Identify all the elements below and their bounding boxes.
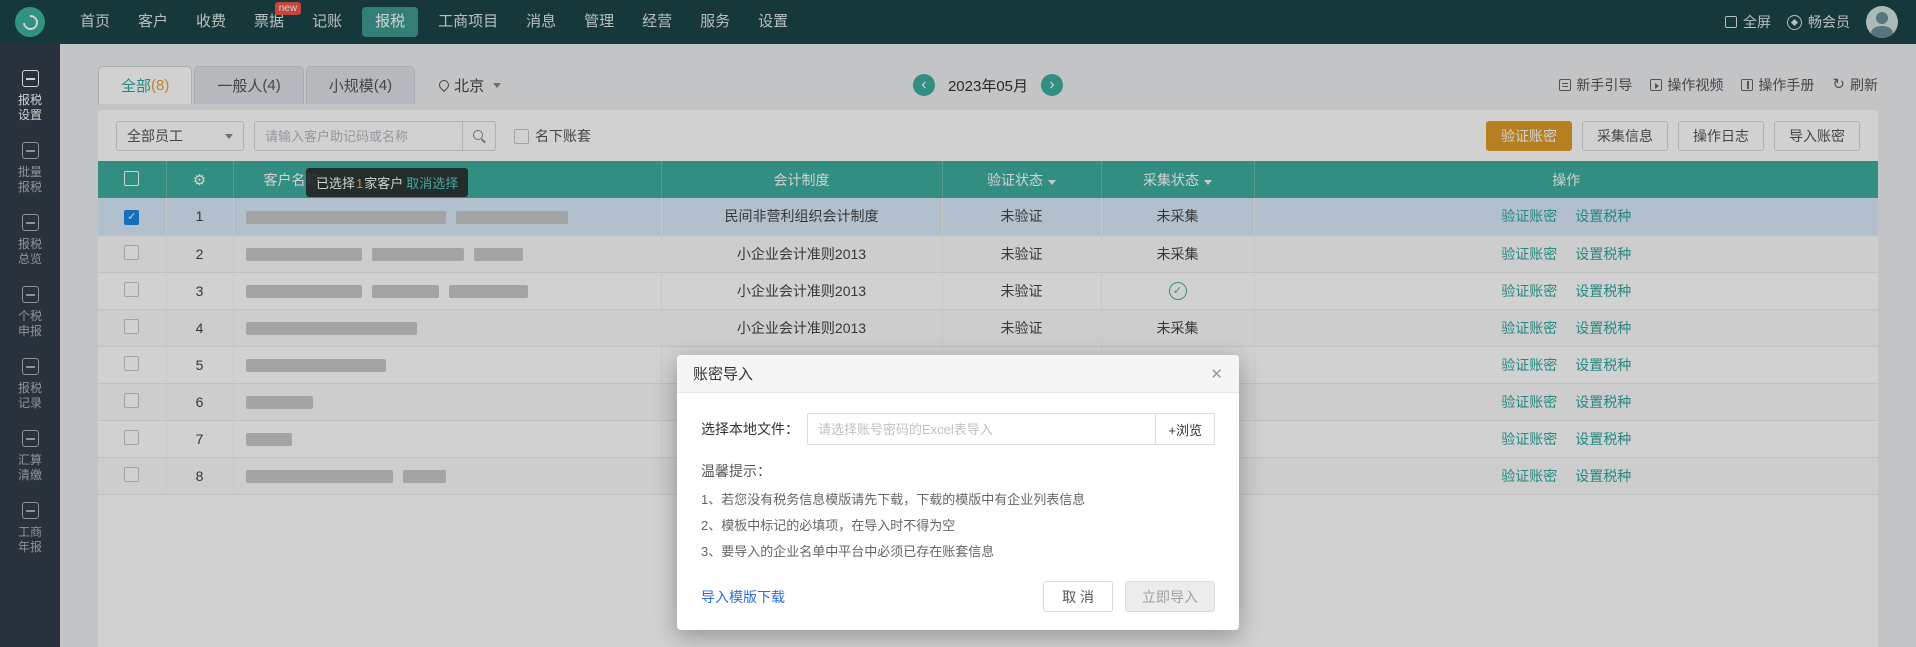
close-icon[interactable]: ✕ <box>1210 365 1223 383</box>
browse-button[interactable]: +浏览 <box>1156 413 1215 445</box>
tip-line: 1、若您没有税务信息模版请先下载，下载的模版中有企业列表信息 <box>701 492 1086 507</box>
file-path-input[interactable] <box>807 413 1157 445</box>
tips-block: 温馨提示： 1、若您没有税务信息模版请先下载，下载的模版中有企业列表信息 2、模… <box>701 461 1215 565</box>
modal-header: 账密导入 ✕ <box>677 355 1239 393</box>
confirm-import-button[interactable]: 立即导入 <box>1125 581 1215 612</box>
tips-title: 温馨提示： <box>701 463 771 479</box>
modal-body: 选择本地文件： +浏览 温馨提示： 1、若您没有税务信息模版请先下载，下载的模版… <box>677 393 1239 630</box>
tip-line: 3、要导入的企业名单中平台中必须已存在账套信息 <box>701 544 995 559</box>
download-template-link[interactable]: 导入模版下载 <box>701 587 785 607</box>
file-label: 选择本地文件： <box>701 421 799 437</box>
tip-line: 2、模板中标记的必填项，在导入时不得为空 <box>701 518 956 533</box>
footer-buttons: 取 消 立即导入 <box>1043 581 1215 612</box>
cancel-button[interactable]: 取 消 <box>1043 581 1113 612</box>
modal-title: 账密导入 <box>693 366 754 383</box>
file-select-row: 选择本地文件： +浏览 <box>701 413 1215 445</box>
modal-footer: 导入模版下载 取 消 立即导入 <box>701 581 1215 612</box>
import-password-modal: 账密导入 ✕ 选择本地文件： +浏览 温馨提示： 1、若您没有税务信息模版请先下… <box>677 355 1239 630</box>
